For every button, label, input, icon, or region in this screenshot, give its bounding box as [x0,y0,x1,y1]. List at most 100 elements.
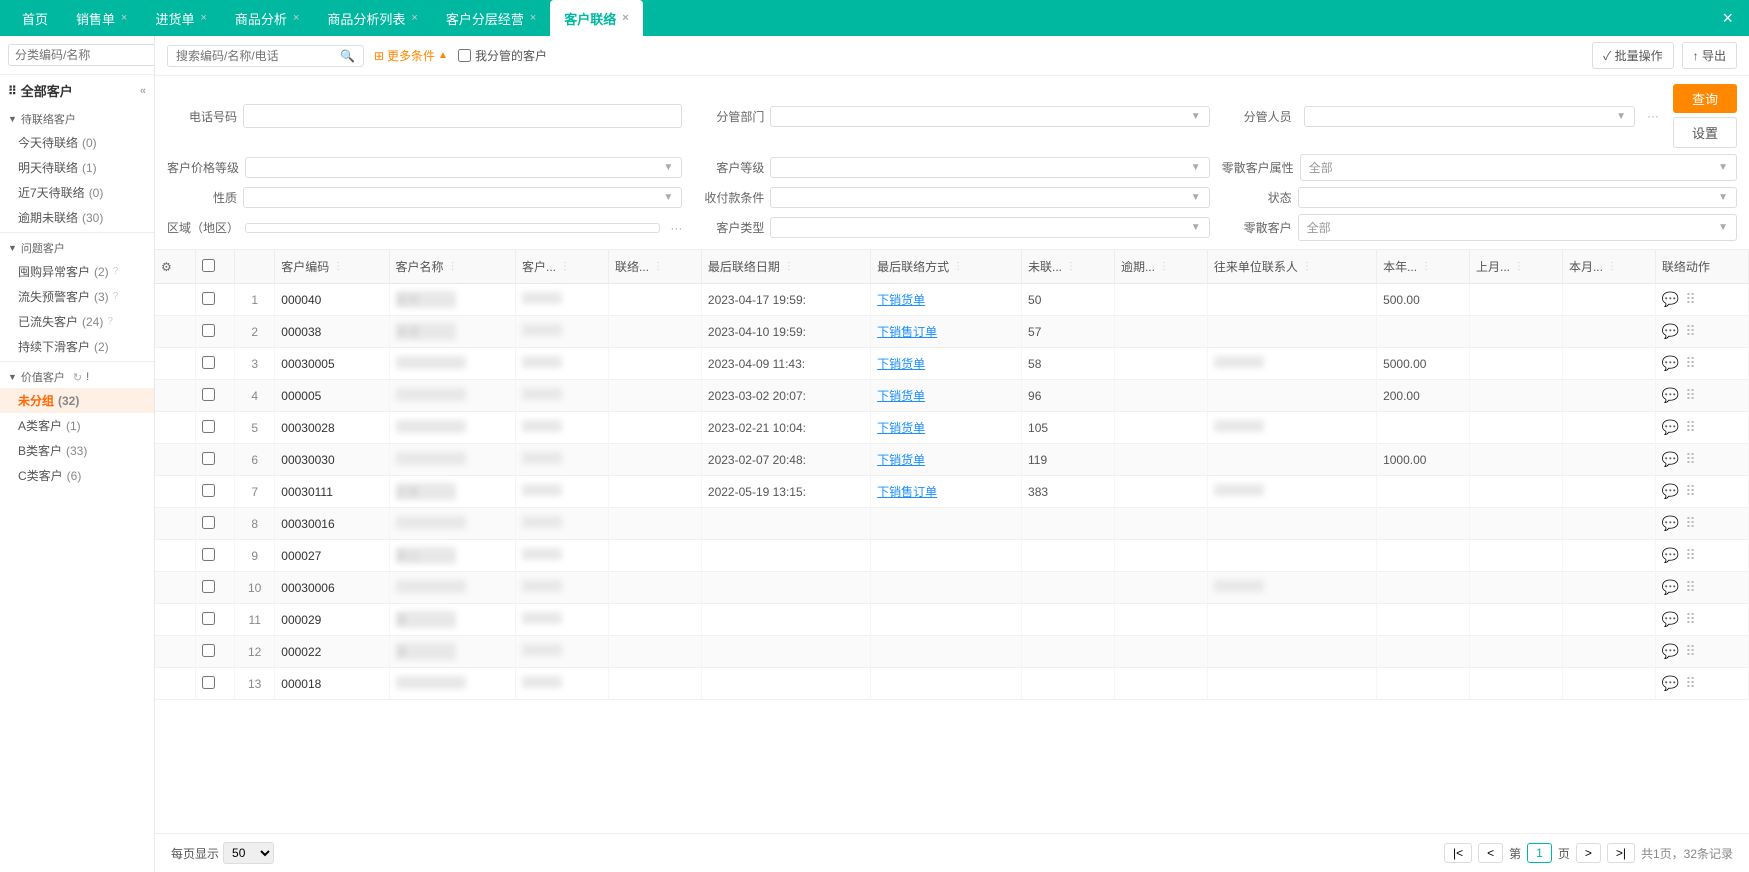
more-action-icon[interactable]: ⠿ [1685,483,1695,500]
more-action-icon[interactable]: ⠿ [1685,451,1695,468]
last-page-button[interactable]: >| [1607,843,1635,863]
phone-action-icon[interactable]: 💬 [1662,291,1679,308]
more-action-icon[interactable]: ⠿ [1685,419,1695,436]
sidebar-item-declining[interactable]: 持续下滑客户 (2) [0,334,154,359]
nav-product-list-close[interactable]: × [411,12,417,24]
phone-action-icon[interactable]: 💬 [1662,643,1679,660]
sidebar-all-customers[interactable]: ⠿ 全部客户 « [0,75,154,106]
filter-select-retail-attr[interactable]: 全部 ▼ [1300,154,1737,181]
cell-checkbox[interactable] [195,572,235,604]
row-checkbox[interactable] [202,324,215,337]
cell-checkbox[interactable] [195,540,235,572]
sidebar-item-class-a[interactable]: A类客户 (1) [0,413,154,438]
last-way-link[interactable]: 下销货单 [877,293,925,307]
filter-select-grade[interactable]: ▼ [770,157,1209,178]
first-page-button[interactable]: |< [1444,843,1472,863]
last-way-link[interactable]: 下销售订单 [877,485,937,499]
window-close-icon[interactable]: × [1714,8,1741,29]
row-checkbox[interactable] [202,644,215,657]
more-action-icon[interactable]: ⠿ [1685,579,1695,596]
nav-product-analysis[interactable]: 商品分析 × [221,0,313,36]
last-way-link[interactable]: 下销货单 [877,453,925,467]
nav-customer-contact[interactable]: 客户联络 × [550,0,642,36]
refresh-icon[interactable]: ↻ [73,371,82,384]
row-checkbox[interactable] [202,580,215,593]
row-checkbox[interactable] [202,612,215,625]
sidebar-item-tomorrow-pending[interactable]: 明天待联络 (1) [0,155,154,180]
filter-select-customer-type[interactable]: ▼ [770,217,1209,238]
sidebar-item-overdue-contact[interactable]: 逾期未联络 (30) [0,205,154,230]
cell-checkbox[interactable] [195,284,235,316]
filter-select-dept[interactable]: ▼ [770,106,1209,127]
more-action-icon[interactable]: ⠿ [1685,323,1695,340]
cell-checkbox[interactable] [195,604,235,636]
col-setting[interactable]: ⚙ [155,250,195,284]
my-customers-checkbox[interactable] [458,49,471,62]
nav-sales-close[interactable]: × [121,12,127,24]
sidebar-item-churned[interactable]: 已流失客户 (24) ? [0,309,154,334]
cell-checkbox[interactable] [195,380,235,412]
row-checkbox[interactable] [202,420,215,433]
cell-checkbox[interactable] [195,476,235,508]
more-action-icon[interactable]: ⠿ [1685,515,1695,532]
next-page-button[interactable]: > [1576,843,1601,863]
nav-sales[interactable]: 销售单 × [62,0,141,36]
sidebar-item-abnormal[interactable]: 囤购异常客户 (2) ? [0,259,154,284]
nav-product-analysis-close[interactable]: × [293,12,299,24]
prev-page-button[interactable]: < [1478,843,1503,863]
last-way-link[interactable]: 下销货单 [877,389,925,403]
phone-action-icon[interactable]: 💬 [1662,451,1679,468]
filter-select-region[interactable] [245,223,660,233]
nav-customer-tier[interactable]: 客户分层经营 × [432,0,550,36]
table-container[interactable]: ⚙ 客户编码 ⋮ [155,250,1749,833]
filter-select-payment[interactable]: ▼ [770,187,1209,208]
settings-icon[interactable]: ⚙ [161,260,172,274]
filter-select-person[interactable]: ▼ [1304,106,1635,127]
export-button[interactable]: ↑ 导出 [1682,42,1737,69]
per-page-select[interactable]: 50 100 [223,842,274,864]
more-action-icon[interactable]: ⠿ [1685,387,1695,404]
cell-checkbox[interactable] [195,316,235,348]
phone-action-icon[interactable]: 💬 [1662,675,1679,692]
sidebar-item-7days-pending[interactable]: 近7天待联络 (0) [0,180,154,205]
cell-checkbox[interactable] [195,508,235,540]
nav-home[interactable]: 首页 [8,0,62,36]
row-checkbox[interactable] [202,292,215,305]
phone-action-icon[interactable]: 💬 [1662,611,1679,628]
filter-select-retail[interactable]: 全部 ▼ [1298,214,1737,241]
sidebar-item-class-c[interactable]: C类客户 (6) [0,463,154,488]
region-ellipsis-icon[interactable]: ··· [670,221,682,235]
filter-select-nature[interactable]: ▼ [243,187,682,208]
last-way-link[interactable]: 下销售订单 [877,325,937,339]
row-checkbox[interactable] [202,516,215,529]
row-checkbox[interactable] [202,356,215,369]
cell-checkbox[interactable] [195,412,235,444]
last-way-link[interactable]: 下销货单 [877,421,925,435]
row-checkbox[interactable] [202,388,215,401]
sidebar-item-today-pending[interactable]: 今天待联络 (0) [0,130,154,155]
sidebar-search-input[interactable] [8,44,155,66]
phone-action-icon[interactable]: 💬 [1662,483,1679,500]
more-conditions-toggle[interactable]: ⊞ 更多条件 ▲ [374,47,448,64]
search-input[interactable] [176,49,336,63]
phone-action-icon[interactable]: 💬 [1662,355,1679,372]
more-action-icon[interactable]: ⠿ [1685,355,1695,372]
more-action-icon[interactable]: ⠿ [1685,675,1695,692]
phone-action-icon[interactable]: 💬 [1662,387,1679,404]
filter-select-status[interactable]: ▼ [1298,187,1737,208]
filter-select-price-grade[interactable]: ▼ [245,157,682,178]
more-action-icon[interactable]: ⠿ [1685,547,1695,564]
more-action-icon[interactable]: ⠿ [1685,643,1695,660]
sidebar-item-unclassified[interactable]: 未分组 (32) [0,388,154,413]
phone-action-icon[interactable]: 💬 [1662,547,1679,564]
batch-operation-button[interactable]: ✓ 批量操作 [1592,42,1674,69]
cell-checkbox[interactable] [195,668,235,700]
phone-action-icon[interactable]: 💬 [1662,419,1679,436]
nav-customer-contact-close[interactable]: × [622,12,628,24]
sidebar-item-class-b[interactable]: B类客户 (33) [0,438,154,463]
cell-checkbox[interactable] [195,444,235,476]
query-button[interactable]: 查询 [1673,84,1737,113]
reset-button[interactable]: 设置 [1673,117,1737,148]
phone-action-icon[interactable]: 💬 [1662,323,1679,340]
nav-customer-tier-close[interactable]: × [530,12,536,24]
